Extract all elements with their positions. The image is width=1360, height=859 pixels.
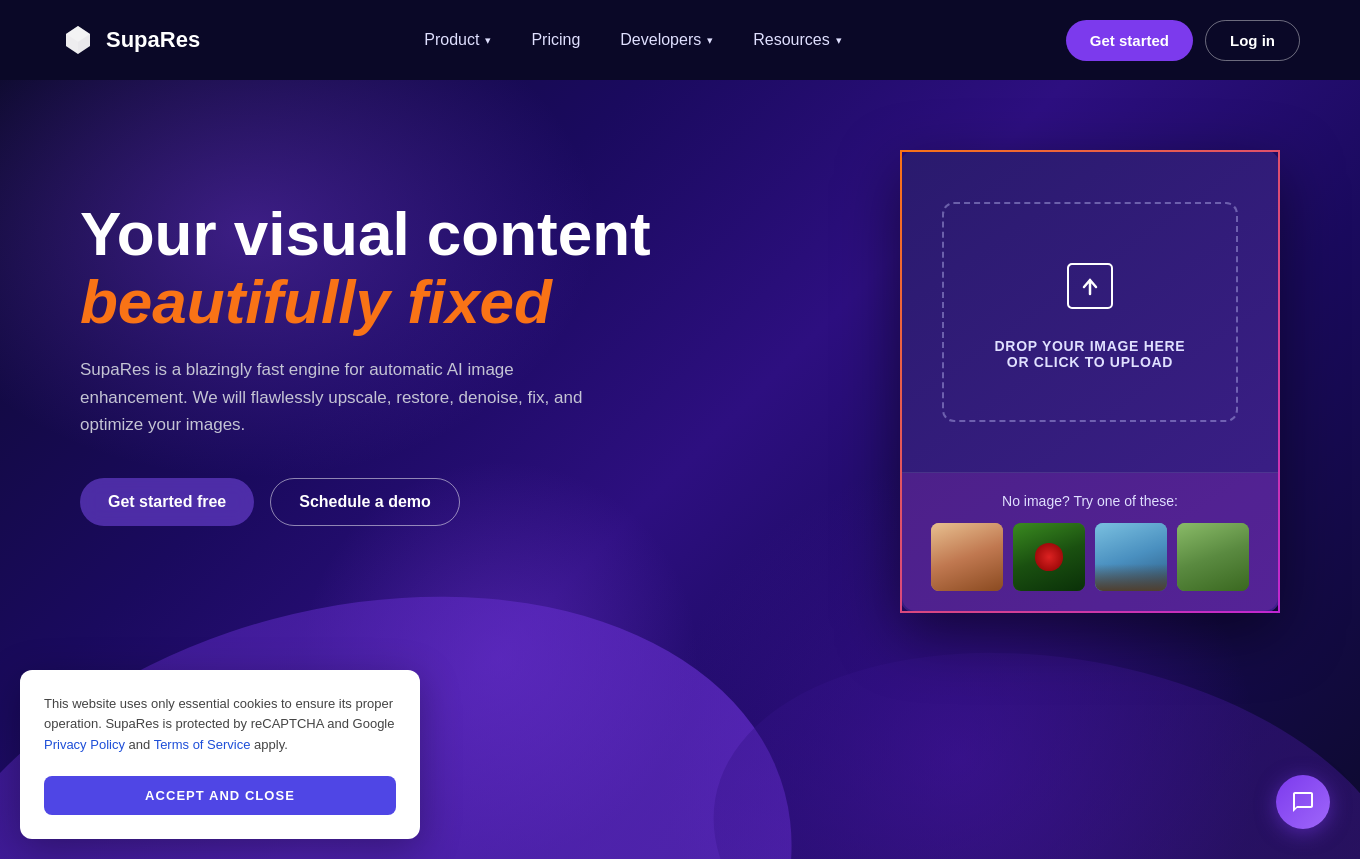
- nav-actions: Get started Log in: [1066, 20, 1300, 61]
- sample-images-section: No image? Try one of these:: [902, 473, 1278, 611]
- nav-resources[interactable]: Resources ▾: [737, 23, 857, 57]
- nav-login-button[interactable]: Log in: [1205, 20, 1300, 61]
- accept-cookies-button[interactable]: ACCEPT AND CLOSE: [44, 776, 396, 815]
- upload-text: DROP YOUR IMAGE HERE OR CLICK TO UPLOAD: [995, 338, 1186, 370]
- logo-text: SupaRes: [106, 27, 200, 53]
- upload-dashed-border[interactable]: DROP YOUR IMAGE HERE OR CLICK TO UPLOAD: [942, 202, 1238, 422]
- terms-of-service-link[interactable]: Terms of Service: [154, 737, 251, 752]
- privacy-policy-link[interactable]: Privacy Policy: [44, 737, 125, 752]
- get-started-free-button[interactable]: Get started free: [80, 478, 254, 526]
- logo[interactable]: SupaRes: [60, 22, 200, 58]
- hero-buttons: Get started free Schedule a demo: [80, 478, 900, 526]
- navbar: SupaRes Product ▾ Pricing Developers ▾ R…: [0, 0, 1360, 80]
- chevron-down-icon: ▾: [707, 34, 713, 47]
- sample-image-ladybug[interactable]: [1013, 523, 1085, 591]
- chevron-down-icon: ▾: [485, 34, 491, 47]
- sample-image-list: [926, 523, 1254, 591]
- chevron-down-icon: ▾: [836, 34, 842, 47]
- logo-icon: [60, 22, 96, 58]
- hero-content: Your visual content beautifully fixed Su…: [80, 140, 900, 526]
- upload-icon-wrapper: [1058, 254, 1122, 318]
- upload-card: DROP YOUR IMAGE HERE OR CLICK TO UPLOAD …: [900, 150, 1280, 613]
- nav-developers[interactable]: Developers ▾: [604, 23, 729, 57]
- cookie-banner: This website uses only essential cookies…: [20, 670, 420, 839]
- sample-image-woman[interactable]: [931, 523, 1003, 591]
- schedule-demo-button[interactable]: Schedule a demo: [270, 478, 460, 526]
- sample-image-street[interactable]: [1095, 523, 1167, 591]
- nav-product[interactable]: Product ▾: [408, 23, 507, 57]
- chat-icon: [1291, 790, 1315, 814]
- upload-card-container: DROP YOUR IMAGE HERE OR CLICK TO UPLOAD …: [900, 150, 1280, 613]
- nav-get-started-button[interactable]: Get started: [1066, 20, 1193, 61]
- chat-button[interactable]: [1276, 775, 1330, 829]
- upload-drop-area[interactable]: DROP YOUR IMAGE HERE OR CLICK TO UPLOAD: [902, 152, 1278, 472]
- hero-description: SupaRes is a blazingly fast engine for a…: [80, 356, 600, 438]
- sample-image-kids[interactable]: [1177, 523, 1249, 591]
- hero-title: Your visual content beautifully fixed: [80, 200, 900, 336]
- cookie-text: This website uses only essential cookies…: [44, 694, 396, 756]
- nav-pricing[interactable]: Pricing: [515, 23, 596, 57]
- nav-links: Product ▾ Pricing Developers ▾ Resources…: [408, 23, 857, 57]
- sample-images-label: No image? Try one of these:: [926, 493, 1254, 509]
- upload-icon: [1064, 260, 1116, 312]
